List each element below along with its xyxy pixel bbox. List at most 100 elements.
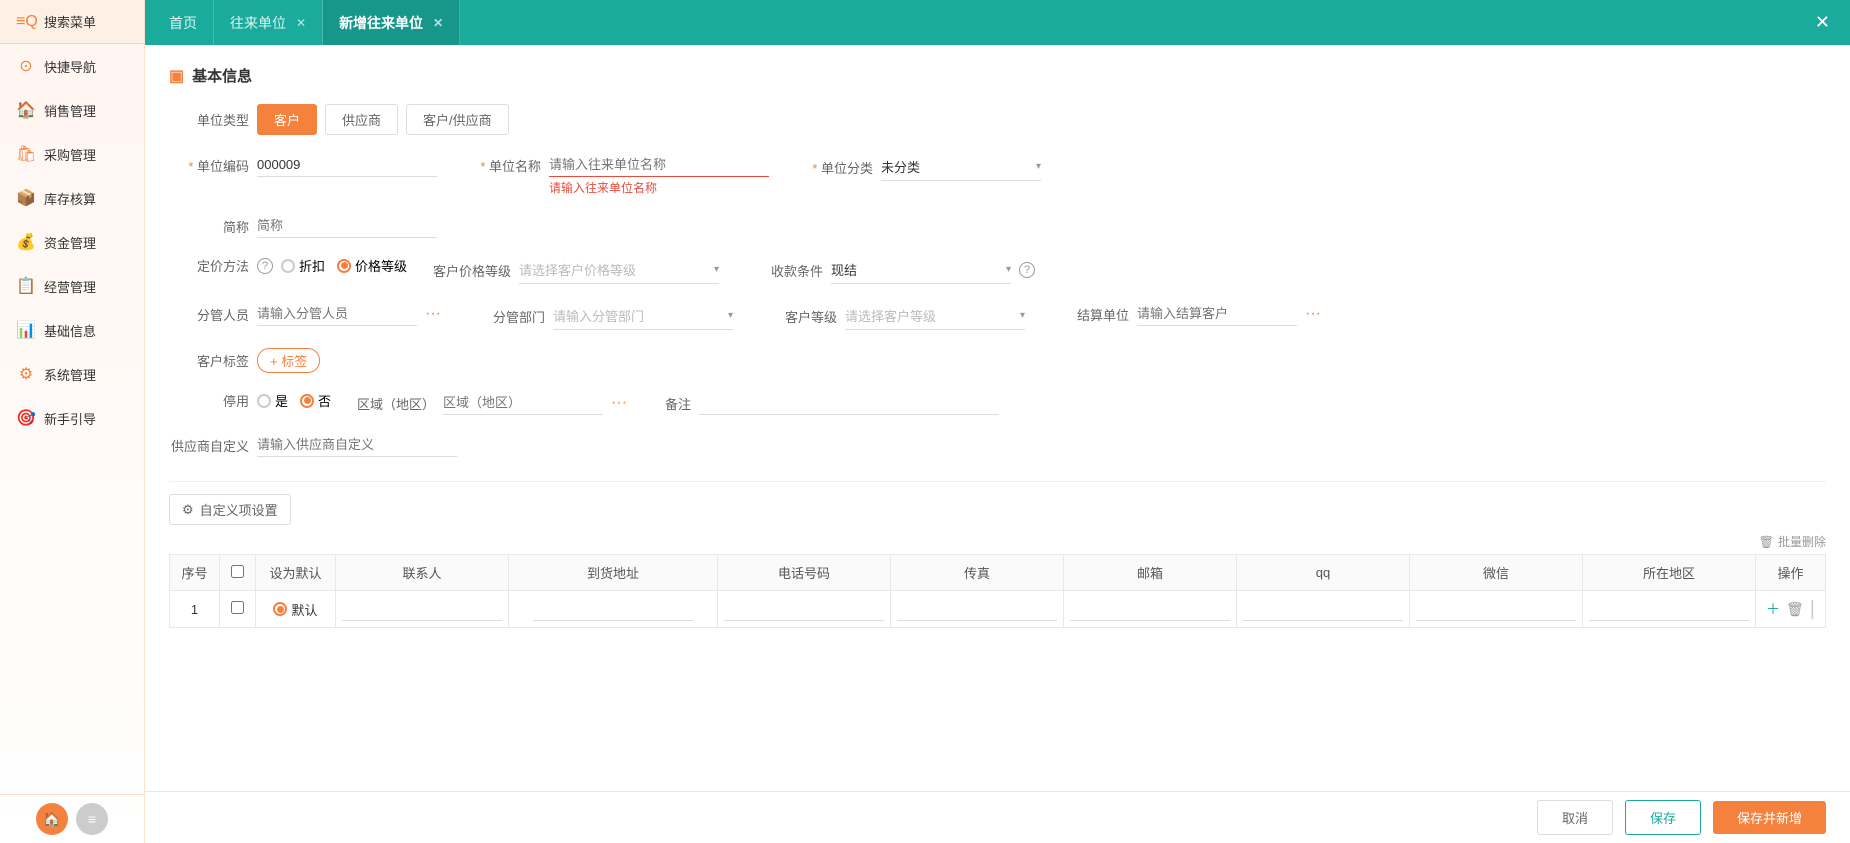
sidebar-item-quick-nav[interactable]: ⊙ 快捷导航	[0, 44, 144, 88]
unit-category-label: 单位分类	[793, 158, 873, 177]
sales-icon: 🏠	[16, 100, 36, 120]
pricing-radio-level[interactable]: 价格等级	[337, 256, 407, 275]
payment-terms-help-icon[interactable]: ?	[1019, 262, 1035, 278]
custom-settings-btn[interactable]: ⚙ 自定义项设置	[169, 494, 291, 525]
settlement-unit-more-icon[interactable]: ···	[1305, 305, 1321, 323]
window-close-icon[interactable]: ✕	[1803, 12, 1842, 33]
settlement-unit-input[interactable]	[1137, 302, 1297, 326]
supplier-custom-label: 供应商自定义	[169, 436, 249, 455]
unit-category-select[interactable]: 未分类 ▾	[881, 153, 1041, 181]
row-checkbox[interactable]	[231, 601, 244, 614]
remark-input[interactable]	[699, 391, 999, 415]
save-new-button[interactable]: 保存并新增	[1713, 801, 1826, 834]
sidebar-bottom: 🏠 ≡	[0, 794, 144, 843]
cancel-button[interactable]: 取消	[1537, 800, 1613, 835]
tab-home[interactable]: 首页	[153, 0, 214, 45]
disable-radio-yes-circle	[257, 394, 271, 408]
payment-terms-select[interactable]: 现结 ▾	[831, 256, 1011, 284]
phone-input[interactable]	[724, 597, 884, 621]
th-num: 序号	[170, 555, 220, 591]
qq-input[interactable]	[1243, 597, 1403, 621]
region-more-icon[interactable]: ···	[611, 394, 627, 412]
unit-type-label: 单位类型	[169, 110, 249, 129]
operations-icon: 📋	[16, 276, 36, 296]
pricing-help-icon[interactable]: ?	[257, 258, 273, 274]
sidebar-item-basic[interactable]: 📊 基础信息	[0, 308, 144, 352]
sidebar-item-finance[interactable]: 💰 资金管理	[0, 220, 144, 264]
sidebar-bottom-btn1[interactable]: 🏠	[36, 803, 68, 835]
dept-placeholder: 请输入分管部门	[553, 306, 644, 325]
tab-partner[interactable]: 往来单位 ✕	[214, 0, 323, 45]
addr-input[interactable]	[533, 597, 693, 621]
disable-radio-yes[interactable]: 是	[257, 391, 288, 410]
pricing-radio-discount-circle	[281, 259, 295, 273]
custom-settings-label: 自定义项设置	[200, 500, 278, 519]
save-button[interactable]: 保存	[1625, 800, 1701, 835]
sidebar-item-purchase[interactable]: 🛍 采购管理	[0, 132, 144, 176]
btn-both[interactable]: 客户/供应商	[406, 104, 509, 135]
batch-delete-btn[interactable]: 🗑 批量删除	[1759, 533, 1826, 550]
disable-row: 停用 是 否 区域（地区） ··· 备注	[169, 391, 1826, 415]
unit-type-field: 单位类型 客户 供应商 客户/供应商	[169, 104, 509, 135]
row-add-icon[interactable]: ＋	[1766, 599, 1780, 619]
unit-type-row: 单位类型 客户 供应商 客户/供应商	[169, 104, 1826, 135]
region-input[interactable]	[443, 391, 603, 415]
disable-label: 停用	[169, 391, 249, 410]
dept-select[interactable]: 请输入分管部门 ▾	[553, 302, 733, 330]
region-table-input[interactable]	[1589, 597, 1749, 621]
td-check	[220, 591, 256, 628]
fax-input[interactable]	[897, 597, 1057, 621]
row-delete-icon[interactable]: 🗑	[1786, 601, 1804, 618]
unit-code-input[interactable]	[257, 153, 437, 177]
btn-supplier[interactable]: 供应商	[325, 104, 398, 135]
sidebar-item-operations[interactable]: 📋 经营管理	[0, 264, 144, 308]
sidebar-item-purchase-label: 采购管理	[44, 145, 96, 164]
sidebar-item-basic-label: 基础信息	[44, 321, 96, 340]
bottom-spacer	[169, 628, 1826, 688]
td-num: 1	[170, 591, 220, 628]
section-title: 基本信息	[192, 65, 252, 86]
th-email: 邮箱	[1064, 555, 1237, 591]
sidebar-item-search[interactable]: ≡Q 搜索菜单	[0, 0, 144, 44]
customer-tag-field: 客户标签 + 标签	[169, 348, 320, 373]
default-radio[interactable]: 默认	[262, 600, 329, 619]
customer-level-select[interactable]: 请选择客户等级 ▾	[845, 302, 1025, 330]
sidebar-item-inventory[interactable]: 📦 库存核算	[0, 176, 144, 220]
abbr-input[interactable]	[257, 214, 437, 238]
btn-customer[interactable]: 客户	[257, 104, 317, 135]
th-qq: qq	[1237, 555, 1410, 591]
sidebar-item-sales[interactable]: 🏠 销售管理	[0, 88, 144, 132]
purchase-icon: 🛍	[16, 144, 36, 164]
customer-price-level-chevron: ▾	[714, 264, 719, 275]
tab-new-partner-close[interactable]: ✕	[433, 16, 443, 30]
manager-input[interactable]	[257, 302, 417, 326]
customer-price-level-label: 客户价格等级	[431, 261, 511, 280]
td-wechat	[1410, 591, 1583, 628]
disable-radio-no-circle	[300, 394, 314, 408]
unit-name-input[interactable]	[549, 153, 769, 177]
th-contact: 联系人	[336, 555, 509, 591]
payment-terms-value: 现结	[831, 260, 857, 279]
tab-partner-close[interactable]: ✕	[296, 16, 306, 30]
customer-tag-row: 客户标签 + 标签	[169, 348, 1826, 373]
tab-new-partner[interactable]: 新增往来单位 ✕	[323, 0, 460, 45]
email-input[interactable]	[1070, 597, 1230, 621]
sidebar-bottom-btn2[interactable]: ≡	[76, 803, 108, 835]
td-fax	[891, 591, 1064, 628]
customer-price-level-select[interactable]: 请选择客户价格等级 ▾	[519, 256, 719, 284]
contact-input[interactable]	[342, 597, 502, 621]
manager-more-icon[interactable]: ···	[425, 305, 441, 323]
th-default: 设为默认	[256, 555, 336, 591]
customer-level-chevron: ▾	[1020, 310, 1025, 321]
disable-radio-no[interactable]: 否	[300, 391, 331, 410]
tag-add-btn[interactable]: + 标签	[257, 348, 320, 373]
customer-level-placeholder: 请选择客户等级	[845, 306, 936, 325]
region-field: 区域（地区） ···	[355, 391, 627, 415]
sidebar-item-guide[interactable]: 🎯 新手引导	[0, 396, 144, 440]
pricing-radio-discount[interactable]: 折扣	[281, 256, 325, 275]
supplier-custom-input[interactable]	[257, 433, 457, 457]
th-checkbox[interactable]	[231, 565, 244, 578]
td-email	[1064, 591, 1237, 628]
wechat-input[interactable]	[1416, 597, 1576, 621]
sidebar-item-system[interactable]: ⚙ 系统管理	[0, 352, 144, 396]
